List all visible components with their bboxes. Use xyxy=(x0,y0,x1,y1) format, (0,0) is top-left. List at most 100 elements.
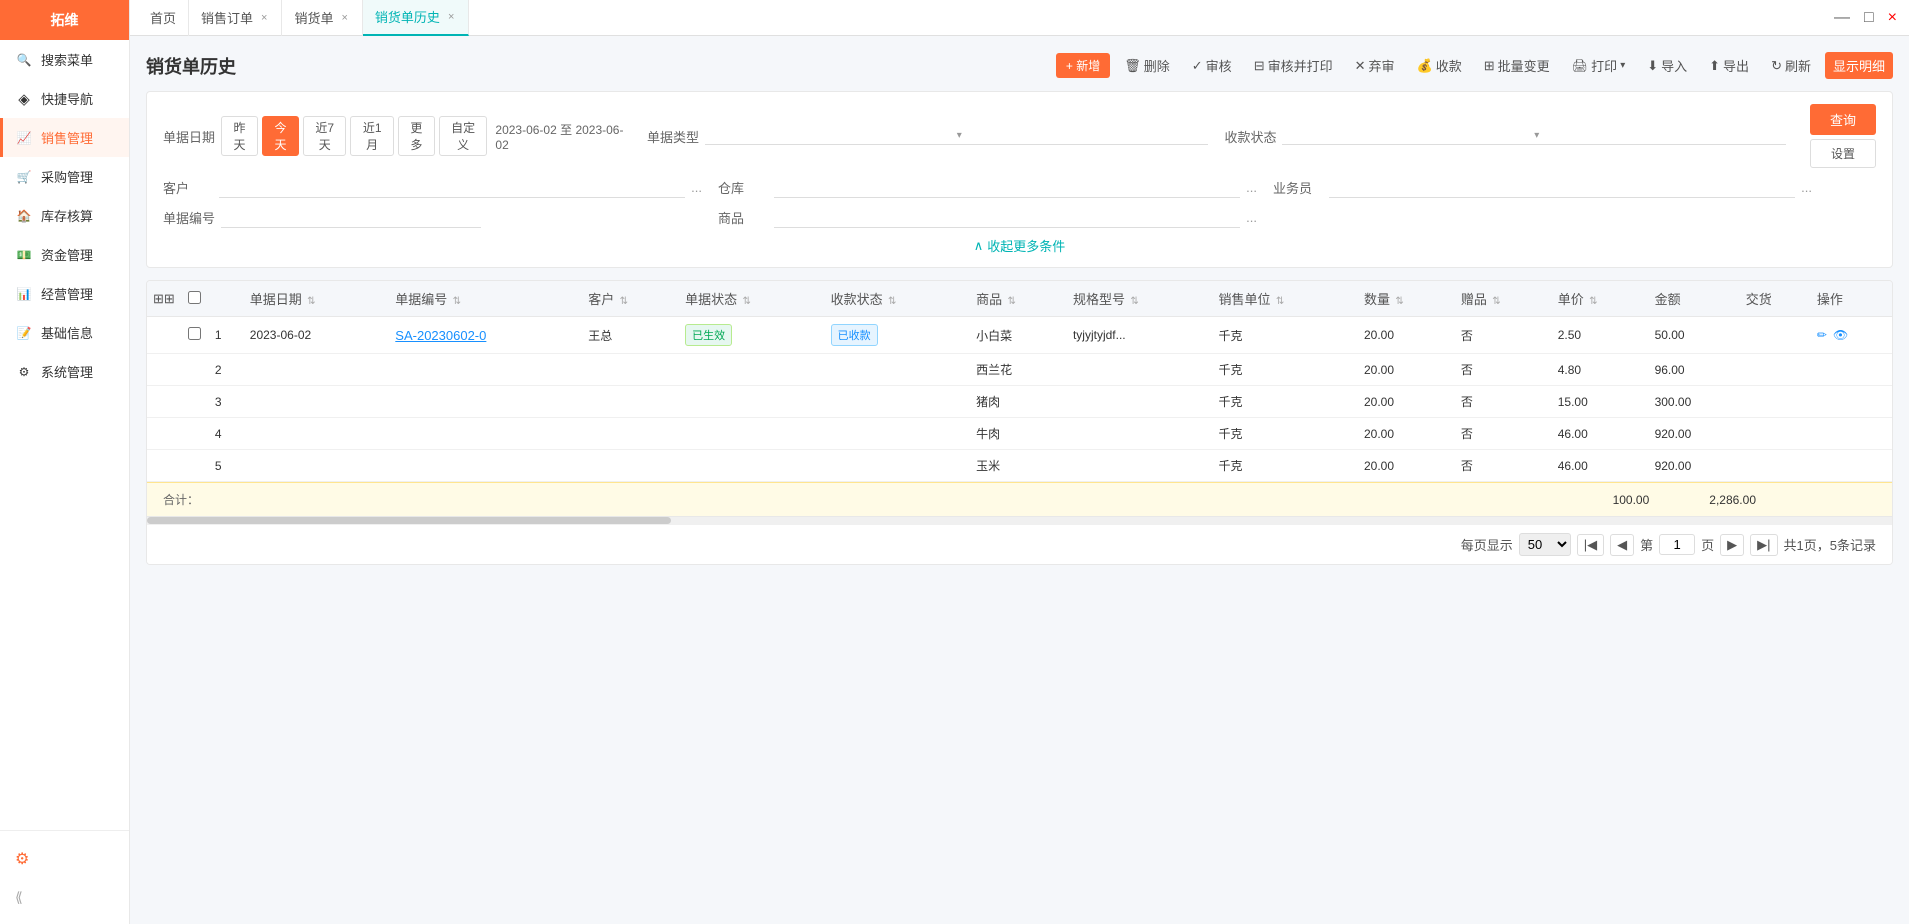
date-range-display: 2023-06-02 至 2023-06-02 xyxy=(495,121,631,152)
row-transaction-col xyxy=(1740,386,1811,418)
col-settings[interactable]: ⊞ xyxy=(147,281,181,317)
row-doc-date-col xyxy=(244,386,390,418)
sidebar-item-inventory[interactable]: 库存核算 xyxy=(0,196,129,235)
filter-row-1: 单据日期 昨天 今天 近7天 近1月 更多 自定义 2023-06-02 至 2… xyxy=(163,104,1876,168)
filter-doc-type-select[interactable]: ▾ xyxy=(705,127,1209,145)
filter-goods-dots[interactable]: ... xyxy=(1246,210,1257,225)
import-button[interactable]: ⬇ 导入 xyxy=(1639,52,1695,79)
col-checkbox[interactable] xyxy=(181,281,209,317)
filter-payment-status-select[interactable]: ▾ xyxy=(1282,127,1786,145)
table-scroll-area[interactable]: ⊞ 单据日期 ⇅ 单据编号 xyxy=(147,281,1892,482)
sidebar-bottom-collapse[interactable]: ⟪ xyxy=(0,879,129,916)
prev-page-button[interactable]: ◀ xyxy=(1610,534,1634,556)
filter-doc-number-label: 单据编号 xyxy=(163,208,215,227)
query-button[interactable]: 查询 xyxy=(1810,104,1876,135)
toolbar-actions: + 新增 🗑 删除 ✓ 审核 ⊟ 审核并打印 ✕ 弃审 xyxy=(1056,52,1893,79)
first-page-button[interactable]: |◀ xyxy=(1577,534,1604,556)
filter-customer-input[interactable] xyxy=(219,176,685,198)
abandon-button[interactable]: ✕ 弃审 xyxy=(1347,52,1403,79)
sidebar-item-sales[interactable]: 销售管理 xyxy=(0,118,129,157)
filter-salesperson-input[interactable] xyxy=(1329,176,1795,198)
filter-settings-button[interactable]: 设置 xyxy=(1810,139,1876,168)
row-checkbox-col[interactable] xyxy=(181,354,209,386)
date-btn-yesterday[interactable]: 昨天 xyxy=(221,116,258,156)
row-sales-unit-col: 千克 xyxy=(1212,354,1358,386)
sort-spec-icon[interactable]: ⇅ xyxy=(1130,296,1138,307)
sidebar-item-search[interactable]: 搜索菜单 xyxy=(0,40,129,79)
tab-sales-history-close[interactable]: × xyxy=(446,11,456,23)
date-btn-more[interactable]: 更多 xyxy=(398,116,435,156)
tab-sales-order[interactable]: 销售订单 × xyxy=(189,0,282,36)
sort-quantity-icon[interactable]: ⇅ xyxy=(1395,296,1403,307)
sidebar-item-quick-nav[interactable]: 快捷导航 xyxy=(0,79,129,118)
sidebar-item-finance[interactable]: 资金管理 xyxy=(0,235,129,274)
refresh-button[interactable]: ↻ 刷新 xyxy=(1763,52,1819,79)
scrollbar-thumb[interactable] xyxy=(147,517,671,524)
date-btn-custom[interactable]: 自定义 xyxy=(439,116,488,156)
filter-goods-input[interactable] xyxy=(774,206,1240,228)
sort-doc-status-icon[interactable]: ⇅ xyxy=(742,296,750,307)
tab-home[interactable]: 首页 xyxy=(138,0,189,36)
sort-sales-unit-icon[interactable]: ⇅ xyxy=(1276,296,1284,307)
date-btn-1month[interactable]: 近1月 xyxy=(350,116,393,156)
date-btn-today[interactable]: 今天 xyxy=(262,116,299,156)
next-page-button[interactable]: ▶ xyxy=(1720,534,1744,556)
sort-doc-number-icon[interactable]: ⇅ xyxy=(453,296,461,307)
row-checkbox-col[interactable] xyxy=(181,386,209,418)
per-page-select[interactable]: 50 20 100 xyxy=(1519,533,1571,556)
sidebar-bottom-settings[interactable]: ⚙ xyxy=(0,839,129,879)
collect-button[interactable]: 💰 收款 xyxy=(1409,52,1470,79)
select-all-checkbox[interactable] xyxy=(188,291,201,304)
delete-button[interactable]: 🗑 删除 xyxy=(1116,52,1178,79)
tab-bar-maximize[interactable]: □ xyxy=(1860,7,1878,29)
row-checkbox[interactable] xyxy=(188,327,201,340)
sort-unit-price-icon[interactable]: ⇅ xyxy=(1589,296,1597,307)
table-header-row: ⊞ 单据日期 ⇅ 单据编号 xyxy=(147,281,1892,317)
sort-doc-date-icon[interactable]: ⇅ xyxy=(307,296,315,307)
sidebar-item-operate[interactable]: 经营管理 xyxy=(0,274,129,313)
col-spec: 规格型号 ⇅ xyxy=(1067,281,1213,317)
row-checkbox-col[interactable] xyxy=(181,450,209,482)
sort-gift-icon[interactable]: ⇅ xyxy=(1492,296,1500,307)
last-page-button[interactable]: ▶| xyxy=(1750,534,1777,556)
sort-customer-icon[interactable]: ⇅ xyxy=(620,296,628,307)
total-info: 共1页，5条记录 xyxy=(1784,535,1876,554)
tab-bar-close[interactable]: × xyxy=(1884,7,1901,29)
print-button[interactable]: 🖨 打印 ▾ xyxy=(1564,52,1634,79)
show-detail-button[interactable]: 显示明细 xyxy=(1825,52,1893,79)
row-checkbox-col[interactable] xyxy=(181,418,209,450)
row-spec-col: tyjyjtyjdf... xyxy=(1067,317,1213,354)
sidebar-item-base[interactable]: 基础信息 xyxy=(0,313,129,352)
page-number-input[interactable] xyxy=(1659,534,1695,555)
filter-customer-dots[interactable]: ... xyxy=(691,180,702,195)
new-button[interactable]: + 新增 xyxy=(1056,53,1110,78)
audit-print-button[interactable]: ⊟ 审核并打印 xyxy=(1246,52,1341,79)
tab-sales-order-close[interactable]: × xyxy=(259,12,269,24)
sidebar-item-system[interactable]: 系统管理 xyxy=(0,352,129,391)
filter-doc-number-input[interactable] xyxy=(221,206,481,228)
view-op-button[interactable]: 👁 xyxy=(1833,328,1848,342)
row-payment-status-col xyxy=(825,354,971,386)
edit-op-button[interactable]: ✏ xyxy=(1817,328,1827,342)
tab-bar-minimize[interactable]: — xyxy=(1830,7,1854,29)
export-button[interactable]: ⬆ 导出 xyxy=(1701,52,1757,79)
batch-change-button[interactable]: ⊞ 批量变更 xyxy=(1476,52,1558,79)
tab-sales-delivery[interactable]: 销货单 × xyxy=(282,0,362,36)
tab-sales-history[interactable]: 销货单历史 × xyxy=(363,0,469,36)
table-horizontal-scrollbar[interactable] xyxy=(147,516,1892,524)
sort-goods-icon[interactable]: ⇅ xyxy=(1007,296,1015,307)
audit-button[interactable]: ✓ 审核 xyxy=(1184,52,1240,79)
collapse-filter-button[interactable]: ∧ 收起更多条件 xyxy=(163,236,1876,255)
doc-number-link[interactable]: SA-20230602-0 xyxy=(395,328,486,343)
sort-payment-status-icon[interactable]: ⇅ xyxy=(888,296,896,307)
filter-warehouse-label: 仓库 xyxy=(718,178,768,197)
filter-warehouse-dots[interactable]: ... xyxy=(1246,180,1257,195)
filter-salesperson-dots[interactable]: ... xyxy=(1801,180,1812,195)
filter-salesperson-label: 业务员 xyxy=(1273,178,1323,197)
filter-warehouse-input[interactable] xyxy=(774,176,1240,198)
export-icon: ⬆ xyxy=(1709,58,1720,74)
tab-sales-delivery-close[interactable]: × xyxy=(339,12,349,24)
date-btn-7days[interactable]: 近7天 xyxy=(303,116,346,156)
sidebar-item-purchase[interactable]: 采购管理 xyxy=(0,157,129,196)
row-checkbox-col[interactable] xyxy=(181,317,209,354)
